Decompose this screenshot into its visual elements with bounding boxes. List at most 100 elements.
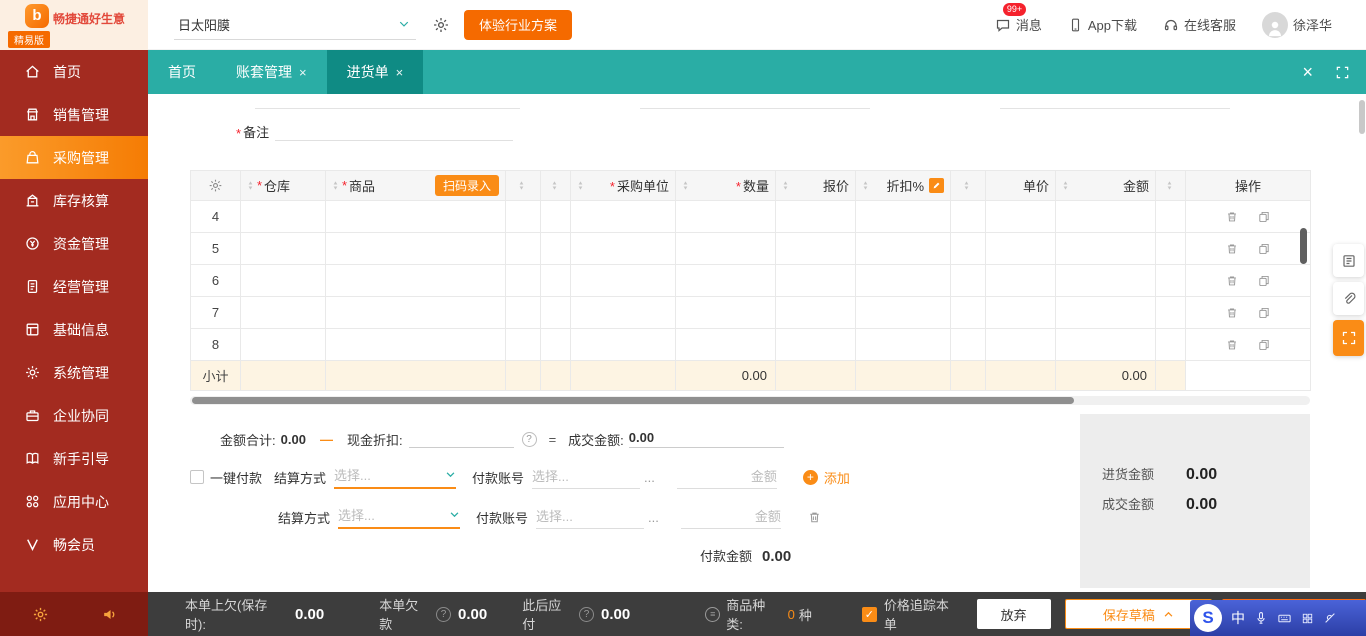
column-amount[interactable]: ▲ ▼ 金额 <box>1055 170 1156 201</box>
column-quote[interactable]: ▲ ▼ 报价 <box>775 170 856 201</box>
sidebar-item-member[interactable]: 畅会员 <box>0 523 148 566</box>
sort-icon[interactable]: ▲ ▼ <box>682 180 689 190</box>
sort-icon[interactable]: ▲ ▼ <box>1166 180 1173 190</box>
cell-quote[interactable] <box>775 328 856 361</box>
abandon-button[interactable]: 放弃 <box>976 599 1051 629</box>
help-icon[interactable]: ? <box>521 431 537 447</box>
more-options[interactable]: ... <box>644 470 655 485</box>
sidebar-item-home[interactable]: 首页 <box>0 50 148 93</box>
cell-discount[interactable] <box>855 264 951 297</box>
cell-unit[interactable] <box>570 296 676 329</box>
sound-icon[interactable] <box>101 606 118 623</box>
delete-row-icon[interactable] <box>1225 274 1239 288</box>
sidebar-item-purchase[interactable]: 采购管理 <box>0 136 148 179</box>
cell-unit[interactable] <box>570 200 676 233</box>
attachment-tool-button[interactable] <box>1333 282 1364 315</box>
tab-purchase-order[interactable]: 进货单 × <box>326 50 424 94</box>
copy-row-icon[interactable] <box>1257 274 1271 288</box>
cell-quantity[interactable] <box>675 200 776 233</box>
settle-method-select[interactable]: 选择... <box>338 505 461 529</box>
keyboard-icon[interactable] <box>1277 611 1292 626</box>
cell-warehouse[interactable] <box>240 264 326 297</box>
pay-amount-input[interactable]: 金额 <box>680 506 781 529</box>
pay-amount-input[interactable]: 金额 <box>676 466 777 489</box>
cell-unit-price[interactable] <box>985 328 1056 361</box>
cell-amount[interactable] <box>1055 232 1156 265</box>
brand-area[interactable]: b 畅捷通好生意 精易版 <box>0 0 148 50</box>
cell-quote[interactable] <box>775 264 856 297</box>
copy-row-icon[interactable] <box>1257 210 1271 224</box>
cell-amount[interactable] <box>1055 296 1156 329</box>
sidebar-item-system[interactable]: 系统管理 <box>0 351 148 394</box>
column-purchase-unit[interactable]: ▲ ▼ * 采购单位 <box>570 170 676 201</box>
cell-unit[interactable] <box>570 264 676 297</box>
column-unit-price[interactable]: 单价 <box>985 170 1056 201</box>
cell-warehouse[interactable] <box>240 296 326 329</box>
user-item[interactable]: 徐泽华 <box>1261 11 1332 38</box>
column-quantity[interactable]: ▲ ▼ * 数量 <box>675 170 776 201</box>
cell-discount[interactable] <box>855 328 951 361</box>
cell-quote[interactable] <box>775 200 856 233</box>
table-vertical-scrollbar[interactable] <box>1300 228 1307 264</box>
table-horizontal-scrollbar-track[interactable] <box>190 396 1310 405</box>
scan-entry-button[interactable]: 扫码录入 <box>434 175 499 196</box>
cell-quote[interactable] <box>775 232 856 265</box>
copy-row-icon[interactable] <box>1257 242 1271 256</box>
cell-unit-price[interactable] <box>985 232 1056 265</box>
pay-account-select[interactable]: 选择... <box>532 466 641 489</box>
close-all-icon[interactable]: × <box>1302 63 1313 81</box>
cell-product[interactable] <box>325 264 506 297</box>
more-options[interactable]: ... <box>648 510 659 525</box>
page-scrollbar[interactable] <box>1359 100 1365 134</box>
column-product[interactable]: ▲ ▼ * 商品 扫码录入 <box>325 170 506 201</box>
column-discount[interactable]: ▲ ▼ 折扣% <box>855 170 951 201</box>
sidebar-item-funds[interactable]: 资金管理 <box>0 222 148 265</box>
price-track-checkbox-checked-icon[interactable]: ✓ <box>861 606 877 622</box>
copy-row-icon[interactable] <box>1257 338 1271 352</box>
cell-amount[interactable] <box>1055 200 1156 233</box>
add-payment-link[interactable]: + 添加 <box>802 468 850 487</box>
tab-account-management[interactable]: 账套管理 × <box>216 50 327 94</box>
wrench-icon[interactable] <box>1323 611 1337 625</box>
sidebar-item-sales[interactable]: 销售管理 <box>0 93 148 136</box>
fullscreen-icon[interactable] <box>1335 65 1350 80</box>
cell-quantity[interactable] <box>675 328 776 361</box>
table-horizontal-scrollbar-thumb[interactable] <box>192 397 1074 404</box>
cell-unit[interactable] <box>570 328 676 361</box>
sidebar-item-operations[interactable]: 经营管理 <box>0 265 148 308</box>
cell-product[interactable] <box>325 232 506 265</box>
cell-product[interactable] <box>325 200 506 233</box>
column-extra-4[interactable]: ▲ ▼ <box>1155 170 1186 201</box>
sidebar-settings-gear-icon[interactable] <box>32 606 49 623</box>
delete-row-icon[interactable] <box>1225 338 1239 352</box>
expand-tool-button[interactable] <box>1333 320 1364 356</box>
sort-icon[interactable]: ▲ ▼ <box>332 180 339 190</box>
delete-row-icon[interactable] <box>1225 306 1239 320</box>
tab-home[interactable]: 首页 <box>148 50 216 94</box>
cell-product[interactable] <box>325 296 506 329</box>
cell-unit[interactable] <box>570 232 676 265</box>
sort-icon[interactable]: ▲ ▼ <box>518 180 525 190</box>
sort-icon[interactable]: ▲ ▼ <box>1062 180 1069 190</box>
column-extra-2[interactable]: ▲ ▼ <box>540 170 571 201</box>
remark-input[interactable] <box>275 123 514 141</box>
cell-product[interactable] <box>325 328 506 361</box>
cell-discount[interactable] <box>855 232 951 265</box>
settle-method-select[interactable]: 选择... <box>334 465 457 489</box>
cell-quantity[interactable] <box>675 232 776 265</box>
sogou-logo-icon[interactable]: S <box>1194 604 1222 632</box>
sidebar-item-base-info[interactable]: 基础信息 <box>0 308 148 351</box>
sort-icon[interactable]: ▲ ▼ <box>247 180 254 190</box>
sidebar-item-app-center[interactable]: 应用中心 <box>0 480 148 523</box>
experience-plan-button[interactable]: 体验行业方案 <box>464 9 573 40</box>
batch-edit-icon[interactable] <box>929 178 944 193</box>
delete-row-icon[interactable] <box>1225 242 1239 256</box>
tab-close-icon[interactable]: × <box>299 65 307 80</box>
mic-icon[interactable] <box>1254 611 1268 625</box>
column-extra-3[interactable]: ▲ ▼ <box>950 170 986 201</box>
cash-discount-input[interactable] <box>408 430 514 448</box>
sort-icon[interactable]: ▲ ▼ <box>551 180 558 190</box>
sort-icon[interactable]: ▲ ▼ <box>862 180 869 190</box>
cell-warehouse[interactable] <box>240 232 326 265</box>
cell-amount[interactable] <box>1055 328 1156 361</box>
